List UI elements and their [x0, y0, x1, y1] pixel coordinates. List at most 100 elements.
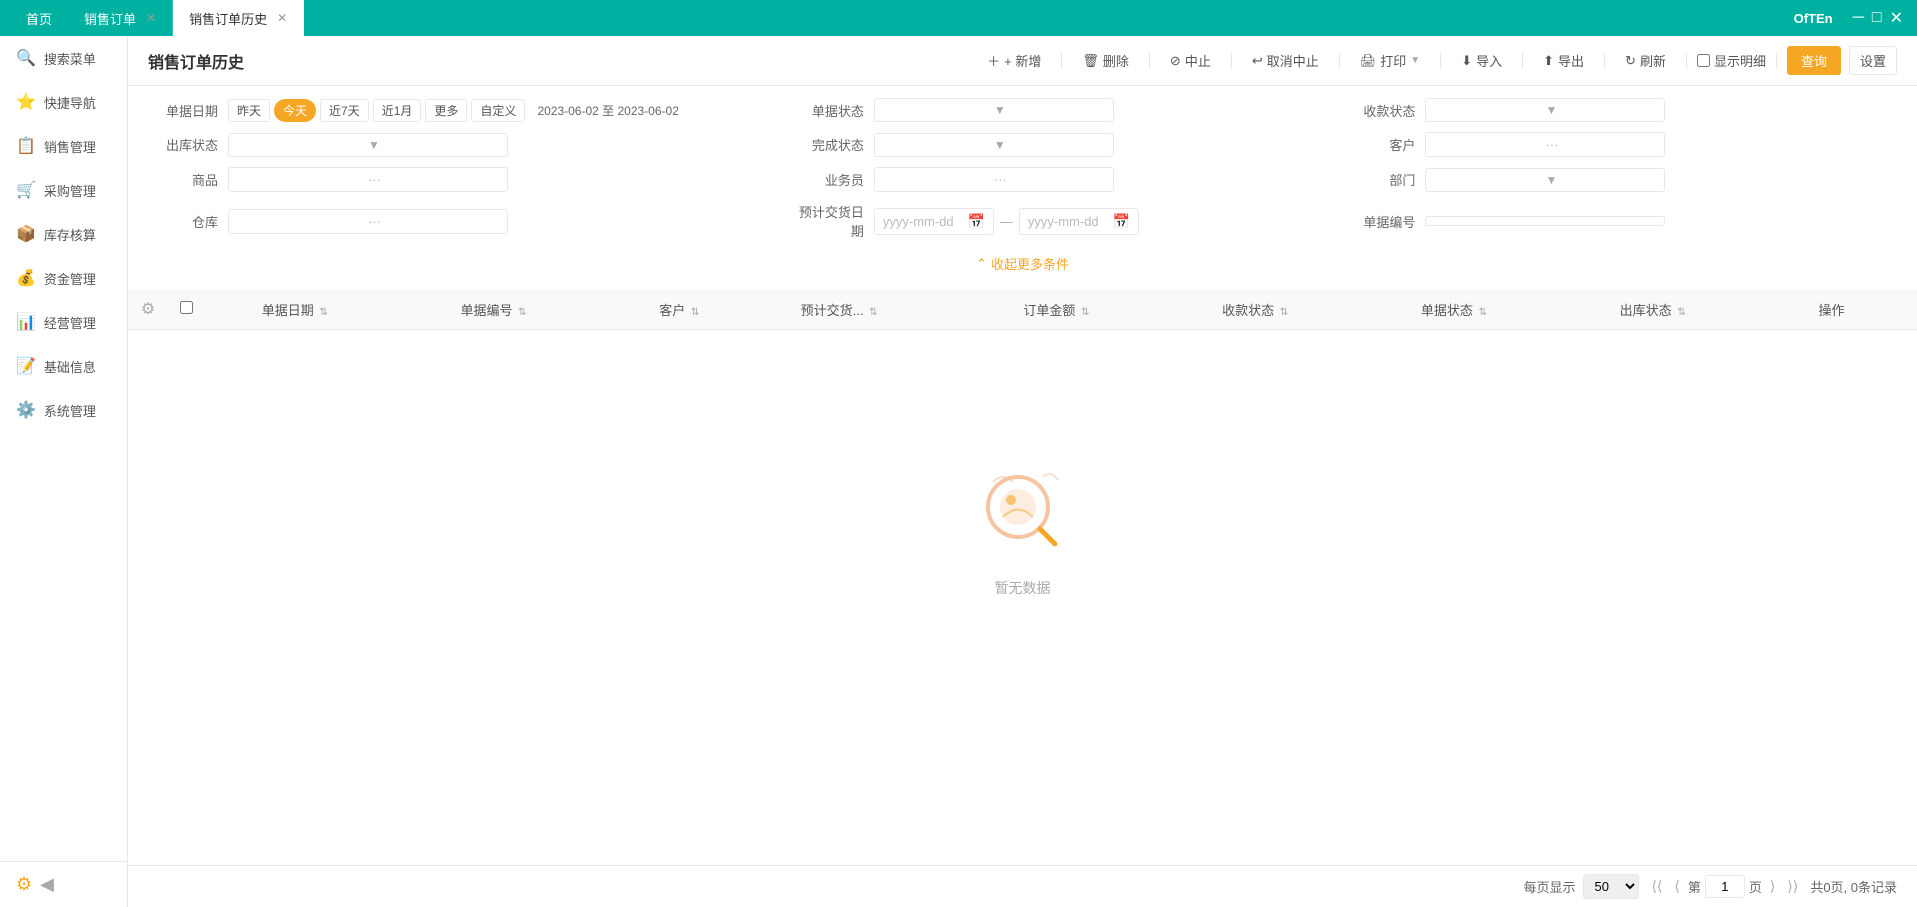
date-range-text: 2023-06-02 至 2023-06-02 — [537, 102, 678, 119]
stop-button[interactable]: ⊘ 中止 — [1160, 47, 1221, 74]
date-tag-yesterday[interactable]: 昨天 — [228, 99, 270, 122]
divider-5 — [1440, 53, 1441, 69]
customer-select[interactable]: ··· — [1425, 132, 1665, 157]
col-expected-delivery: 预计交货... ⇅ — [789, 289, 1012, 330]
date-tag-more[interactable]: 更多 — [425, 99, 467, 122]
receipt-status-chevron: ▼ — [1545, 103, 1656, 117]
warehouse-dots[interactable]: ··· — [364, 214, 499, 229]
sidebar-item-inventory-mgmt[interactable]: 📦 库存核算 — [0, 212, 127, 256]
receipt-status-select[interactable]: ▼ — [1425, 98, 1665, 122]
filter-section: 单据日期 昨天 今天 近7天 近1月 更多 自定义 2023-06-02 至 2… — [128, 86, 1917, 289]
cancel-stop-button[interactable]: ↩ 取消中止 — [1242, 47, 1329, 74]
next-page-button[interactable]: ⟩ — [1766, 876, 1779, 897]
ops-mgmt-icon: 📊 — [16, 312, 36, 332]
tab-home[interactable]: 首页 — [10, 0, 68, 36]
salesperson-select[interactable]: ··· — [874, 167, 1114, 192]
date-tag-today[interactable]: 今天 — [274, 99, 316, 122]
tab-sales-order-history[interactable]: 销售订单历史 ✕ — [173, 0, 304, 36]
sort-doc-number-icon[interactable]: ⇅ — [518, 307, 526, 318]
col-doc-status-label: 单据状态 — [1421, 303, 1473, 318]
sidebar-item-purchase-mgmt[interactable]: 🛒 采购管理 — [0, 168, 127, 212]
doc-status-control: ▼ — [874, 98, 1346, 122]
tab-sales-order-history-label: 销售订单历史 — [189, 9, 267, 28]
sidebar-item-sys-mgmt-label: 系统管理 — [44, 401, 96, 420]
sidebar-item-quick-nav[interactable]: ⭐ 快捷导航 — [0, 80, 127, 124]
doc-number-input[interactable] — [1425, 216, 1665, 226]
salesperson-dots[interactable]: ··· — [990, 172, 1105, 187]
new-button[interactable]: ＋ + 新增 — [977, 47, 1051, 74]
date-tag-7days[interactable]: 近7天 — [320, 99, 369, 122]
content-area: 销售订单历史 ＋ + 新增 🗑 删除 ⊘ 中止 ↩ — [128, 36, 1917, 907]
col-receipt-status: 收款状态 ⇅ — [1210, 289, 1409, 330]
product-select[interactable]: ··· — [228, 167, 508, 192]
date-tag-1month[interactable]: 近1月 — [373, 99, 422, 122]
refresh-button[interactable]: ↻ 刷新 — [1615, 47, 1676, 74]
tab-sales-order-close[interactable]: ✕ — [146, 11, 156, 25]
sort-doc-date-icon[interactable]: ⇅ — [319, 307, 327, 318]
import-button[interactable]: ⬇ 导入 — [1451, 47, 1512, 74]
sidebar-item-sys-mgmt[interactable]: ⚙️ 系统管理 — [0, 388, 127, 432]
delivery-date-control: yyyy-mm-dd 📅 — yyyy-mm-dd 📅 — [874, 208, 1346, 235]
close-button[interactable]: ✕ — [1886, 6, 1907, 30]
customer-dots[interactable]: ··· — [1541, 137, 1656, 152]
date-tag-custom[interactable]: 自定义 — [471, 99, 525, 122]
sidebar-item-search-menu[interactable]: 🔍 搜索菜单 — [0, 36, 127, 80]
collapse-button[interactable]: ⌃ 收起更多条件 — [976, 250, 1069, 277]
tab-sales-order[interactable]: 销售订单 ✕ — [68, 0, 173, 36]
show-details-label: 显示明细 — [1714, 51, 1766, 70]
sidebar-item-ops-mgmt[interactable]: 📊 经营管理 — [0, 300, 127, 344]
table-settings-icon[interactable]: ⚙ — [141, 301, 155, 318]
sidebar-item-search-menu-label: 搜索菜单 — [44, 49, 96, 68]
export-button[interactable]: ⬆ 导出 — [1533, 47, 1594, 74]
delivery-date-to[interactable]: yyyy-mm-dd 📅 — [1019, 208, 1139, 235]
doc-date-control: 昨天 今天 近7天 近1月 更多 自定义 2023-06-02 至 2023-0… — [228, 99, 794, 122]
sidebar-item-finance-mgmt[interactable]: 💰 资金管理 — [0, 256, 127, 300]
last-page-button[interactable]: ⟩⟩ — [1783, 876, 1802, 897]
query-button[interactable]: 查询 — [1787, 46, 1841, 75]
sort-amount-icon[interactable]: ⇅ — [1081, 307, 1089, 318]
first-page-button[interactable]: ⟨⟨ — [1647, 876, 1666, 897]
select-all-checkbox[interactable] — [180, 301, 193, 314]
page-number-input[interactable] — [1705, 875, 1745, 898]
sidebar-item-base-info[interactable]: 📝 基础信息 — [0, 344, 127, 388]
doc-status-select[interactable]: ▼ — [874, 98, 1114, 122]
sort-receipt-icon[interactable]: ⇅ — [1280, 307, 1288, 318]
product-dots[interactable]: ··· — [364, 172, 499, 187]
complete-status-select[interactable]: ▼ — [874, 133, 1114, 157]
sort-doc-status-icon[interactable]: ⇅ — [1479, 307, 1487, 318]
per-page-select[interactable]: 10 20 50 100 — [1583, 874, 1639, 899]
sort-stock-out-icon[interactable]: ⇅ — [1677, 307, 1685, 318]
sidebar-item-sales-mgmt-label: 销售管理 — [44, 137, 96, 156]
delete-button[interactable]: 🗑 删除 — [1072, 47, 1139, 74]
sidebar-item-base-info-label: 基础信息 — [44, 357, 96, 376]
show-details-checkbox[interactable] — [1697, 54, 1710, 67]
sys-mgmt-icon: ⚙️ — [16, 400, 36, 420]
tab-sales-order-history-close[interactable]: ✕ — [277, 11, 287, 25]
search-menu-icon: 🔍 — [16, 48, 36, 68]
prev-page-button[interactable]: ⟨ — [1670, 876, 1683, 897]
settings-button[interactable]: 设置 — [1849, 46, 1897, 75]
sidebar-item-inventory-mgmt-label: 库存核算 — [44, 225, 96, 244]
date-to-placeholder: yyyy-mm-dd — [1028, 214, 1099, 229]
sort-delivery-icon[interactable]: ⇅ — [869, 307, 877, 318]
date-from-placeholder: yyyy-mm-dd — [883, 214, 954, 229]
sales-mgmt-icon: 📋 — [16, 136, 36, 156]
show-details-checkbox-container[interactable]: 显示明细 — [1697, 51, 1766, 70]
new-icon: ＋ — [987, 51, 1000, 70]
sidebar-collapse-button[interactable]: ◀ — [40, 874, 54, 895]
department-select[interactable]: ▼ — [1425, 168, 1665, 192]
col-doc-date: 单据日期 ⇅ — [250, 289, 449, 330]
doc-number-control — [1425, 216, 1897, 226]
sidebar-item-sales-mgmt[interactable]: 📋 销售管理 — [0, 124, 127, 168]
warehouse-select[interactable]: ··· — [228, 209, 508, 234]
stock-out-select[interactable]: ▼ — [228, 133, 508, 157]
sidebar-settings-button[interactable]: ⚙ — [16, 874, 32, 895]
delivery-date-from[interactable]: yyyy-mm-dd 📅 — [874, 208, 994, 235]
stock-out-chevron: ▼ — [368, 138, 499, 152]
sort-customer-icon[interactable]: ⇅ — [691, 307, 699, 318]
minimize-button[interactable]: ─ — [1849, 7, 1868, 29]
per-page-label: 每页显示 — [1523, 877, 1575, 896]
maximize-button[interactable]: □ — [1868, 7, 1886, 29]
receipt-status-control: ▼ — [1425, 98, 1897, 122]
print-button[interactable]: 🖨 打印 ▼ — [1350, 47, 1430, 74]
